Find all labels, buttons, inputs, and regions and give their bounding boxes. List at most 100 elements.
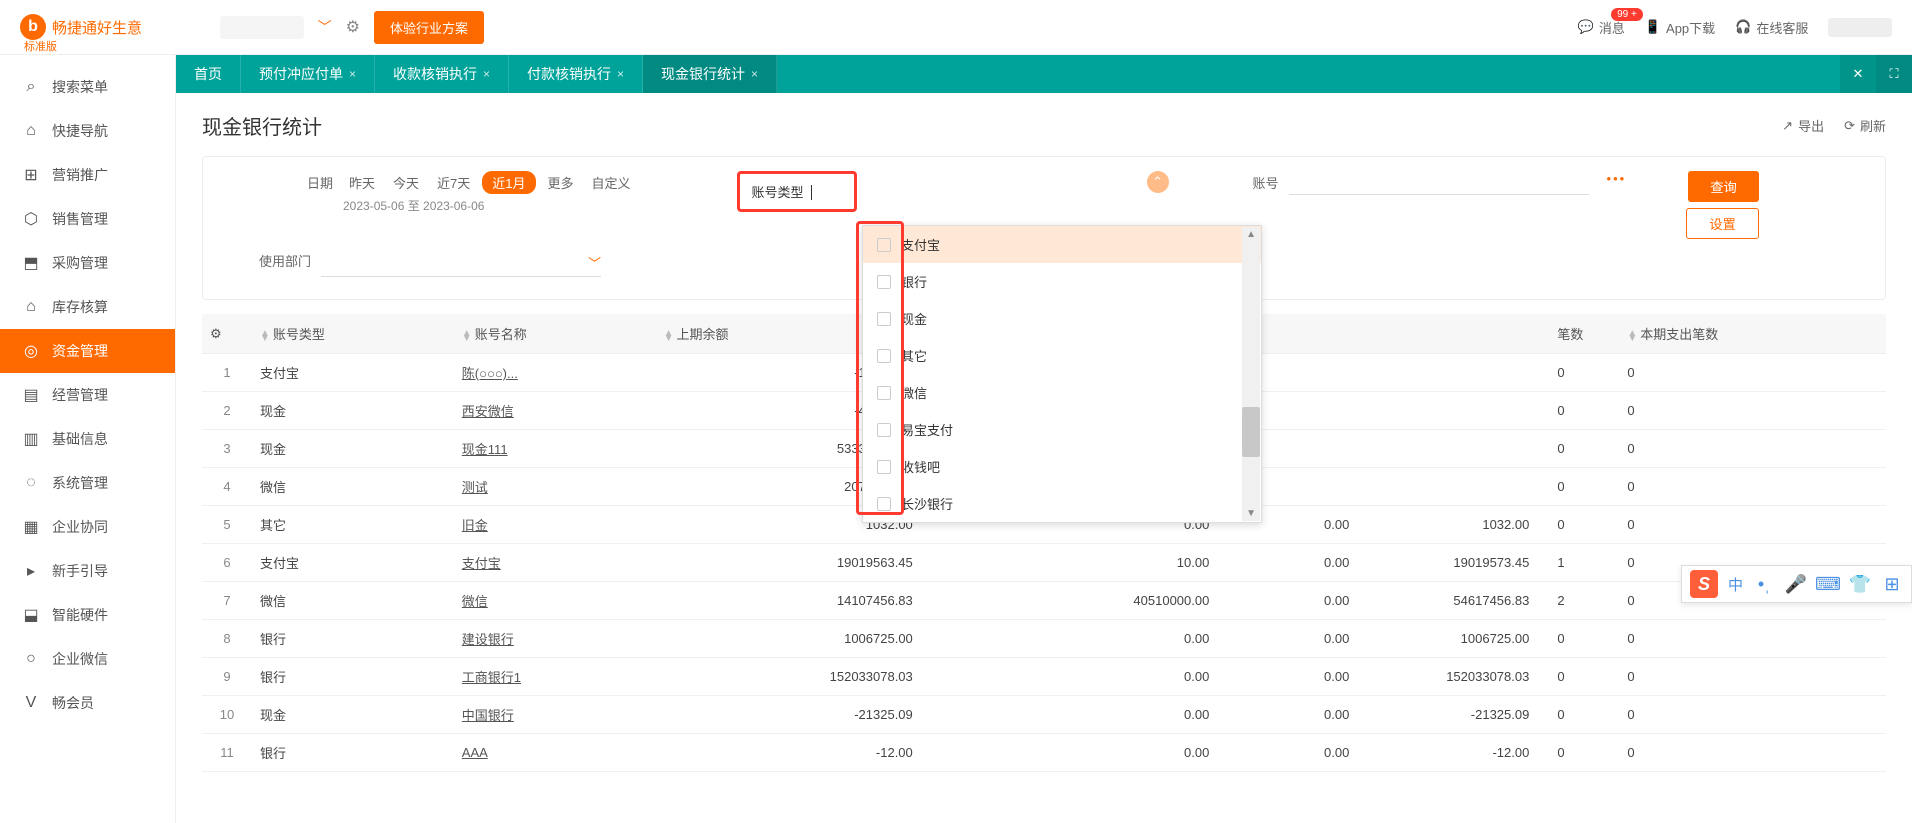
date-shortcut[interactable]: 自定义: [586, 171, 637, 194]
sidebar-item[interactable]: ▦企业协同: [0, 505, 175, 549]
sidebar-item[interactable]: ⬓智能硬件: [0, 593, 175, 637]
chevron-down-icon[interactable]: ﹀: [318, 17, 332, 37]
checkbox[interactable]: [877, 497, 891, 511]
cell-type: 支付宝: [252, 354, 454, 392]
sogou-icon[interactable]: S: [1690, 570, 1718, 598]
checkbox[interactable]: [877, 423, 891, 437]
sidebar-item[interactable]: ⌂快捷导航: [0, 109, 175, 153]
date-shortcut[interactable]: 昨天: [343, 171, 381, 194]
account-link[interactable]: AAA: [462, 745, 488, 760]
ime-punct-icon[interactable]: •ˌ: [1753, 573, 1775, 595]
online-service-link[interactable]: 🎧 在线客服: [1735, 18, 1808, 37]
more-dots-icon[interactable]: •••: [1607, 171, 1627, 186]
ime-mic-icon[interactable]: 🎤: [1785, 573, 1807, 595]
account-link[interactable]: 现金111: [462, 442, 508, 457]
sidebar-item[interactable]: ◎资金管理: [0, 329, 175, 373]
sidebar-item[interactable]: ◌系统管理: [0, 461, 175, 505]
ime-toolbar[interactable]: S 中 •ˌ 🎤 ⌨ 👕 ⊞: [1681, 565, 1912, 603]
account-link[interactable]: 工商银行1: [462, 670, 521, 685]
th-gear[interactable]: ⚙: [202, 314, 252, 354]
th-count[interactable]: 笔数: [1549, 314, 1619, 354]
tab[interactable]: 收款核销执行×: [375, 55, 509, 93]
company-selector[interactable]: [220, 16, 304, 39]
dropdown-item[interactable]: 支付宝: [863, 226, 1261, 263]
ime-keyboard-icon[interactable]: ⌨: [1817, 573, 1839, 595]
th-account-type[interactable]: ▲▼账号类型: [252, 314, 454, 354]
sidebar-label: 新手引导: [52, 561, 108, 581]
sidebar-item[interactable]: ⬡销售管理: [0, 197, 175, 241]
search-button[interactable]: 查询: [1688, 171, 1759, 202]
th-out-count[interactable]: ▲▼本期支出笔数: [1619, 314, 1886, 354]
checkbox[interactable]: [877, 460, 891, 474]
account-link[interactable]: 中国银行: [462, 708, 514, 723]
gear-icon[interactable]: ⚙: [346, 17, 360, 37]
sidebar-item[interactable]: V畅会员: [0, 681, 175, 725]
dropdown-item[interactable]: 长沙银行: [863, 485, 1261, 522]
export-button[interactable]: ↗导出: [1782, 116, 1824, 135]
dept-select[interactable]: ﹀: [321, 249, 601, 277]
account-link[interactable]: 支付宝: [462, 556, 501, 571]
close-icon[interactable]: ×: [617, 67, 624, 81]
close-icon[interactable]: ×: [349, 67, 356, 81]
user-avatar[interactable]: .: [1828, 18, 1892, 37]
th-account-name[interactable]: ▲▼账号名称: [454, 314, 656, 354]
checkbox[interactable]: [877, 386, 891, 400]
tab[interactable]: 预付冲应付单×: [241, 55, 375, 93]
dropdown-item[interactable]: 易宝支付: [863, 411, 1261, 448]
checkbox[interactable]: [877, 349, 891, 363]
date-shortcut[interactable]: 更多: [542, 171, 580, 194]
dropdown-item[interactable]: 微信: [863, 374, 1261, 411]
sidebar-icon: ◎: [22, 342, 40, 360]
account-link[interactable]: 微信: [462, 594, 488, 609]
sidebar-label: 基础信息: [52, 429, 108, 449]
account-link[interactable]: 陈(○○○)...: [462, 366, 518, 381]
date-shortcut[interactable]: 近7天: [431, 171, 476, 194]
dropdown-item[interactable]: 其它: [863, 337, 1261, 374]
dropdown-scrollbar[interactable]: ▲ ▼: [1242, 227, 1260, 521]
tab[interactable]: 付款核销执行×: [509, 55, 643, 93]
account-link[interactable]: 建设银行: [462, 632, 514, 647]
sidebar-item[interactable]: ▤经营管理: [0, 373, 175, 417]
close-icon[interactable]: ×: [483, 67, 490, 81]
cell-col7: 152033078.03: [1369, 658, 1549, 696]
sidebar-item[interactable]: ○企业微信: [0, 637, 175, 681]
app-download-link[interactable]: 📱 App下载: [1645, 18, 1715, 37]
dropdown-item[interactable]: 现金: [863, 300, 1261, 337]
sidebar-item[interactable]: ▸新手引导: [0, 549, 175, 593]
tab[interactable]: 首页: [176, 55, 241, 93]
refresh-button[interactable]: ⟳刷新: [1844, 116, 1886, 135]
checkbox[interactable]: [877, 312, 891, 326]
account-link[interactable]: 西安微信: [462, 404, 514, 419]
date-shortcut[interactable]: 今天: [387, 171, 425, 194]
sidebar-item[interactable]: ⊞营销推广: [0, 153, 175, 197]
date-shortcut[interactable]: 近1月: [482, 171, 535, 194]
ime-toolbox-icon[interactable]: ⊞: [1881, 573, 1903, 595]
account-num-field[interactable]: [1289, 171, 1589, 195]
messages-link[interactable]: 💬 消息 99 +: [1578, 18, 1625, 37]
close-icon[interactable]: ×: [751, 67, 758, 81]
dropdown-item[interactable]: 银行: [863, 263, 1261, 300]
sidebar-icon: ⬓: [22, 606, 40, 624]
sidebar-item[interactable]: ▥基础信息: [0, 417, 175, 461]
close-all-tabs-icon[interactable]: ✕: [1840, 55, 1876, 93]
trial-button[interactable]: 体验行业方案: [374, 11, 484, 44]
export-icon: ↗: [1782, 118, 1793, 134]
ime-lang[interactable]: 中: [1728, 574, 1743, 595]
collapse-button[interactable]: ⌃: [1147, 171, 1169, 193]
checkbox[interactable]: [877, 275, 891, 289]
sidebar-item[interactable]: ⌕搜索菜单: [0, 65, 175, 109]
fullscreen-icon[interactable]: ⛶: [1876, 55, 1912, 93]
ime-skin-icon[interactable]: 👕: [1849, 573, 1871, 595]
scroll-thumb[interactable]: [1242, 407, 1260, 457]
sidebar-item[interactable]: ⌂库存核算: [0, 285, 175, 329]
account-type-field[interactable]: 账号类型: [737, 171, 857, 212]
account-link[interactable]: 测试: [462, 480, 488, 495]
checkbox[interactable]: [877, 238, 891, 252]
settings-button[interactable]: 设置: [1686, 208, 1759, 239]
account-link[interactable]: 旧金: [462, 518, 488, 533]
tab[interactable]: 现金银行统计×: [643, 55, 777, 93]
th-col7[interactable]: [1369, 314, 1549, 354]
sidebar-item[interactable]: ⬒采购管理: [0, 241, 175, 285]
dropdown-item[interactable]: 收钱吧: [863, 448, 1261, 485]
cell-name: 工商银行1: [454, 658, 656, 696]
